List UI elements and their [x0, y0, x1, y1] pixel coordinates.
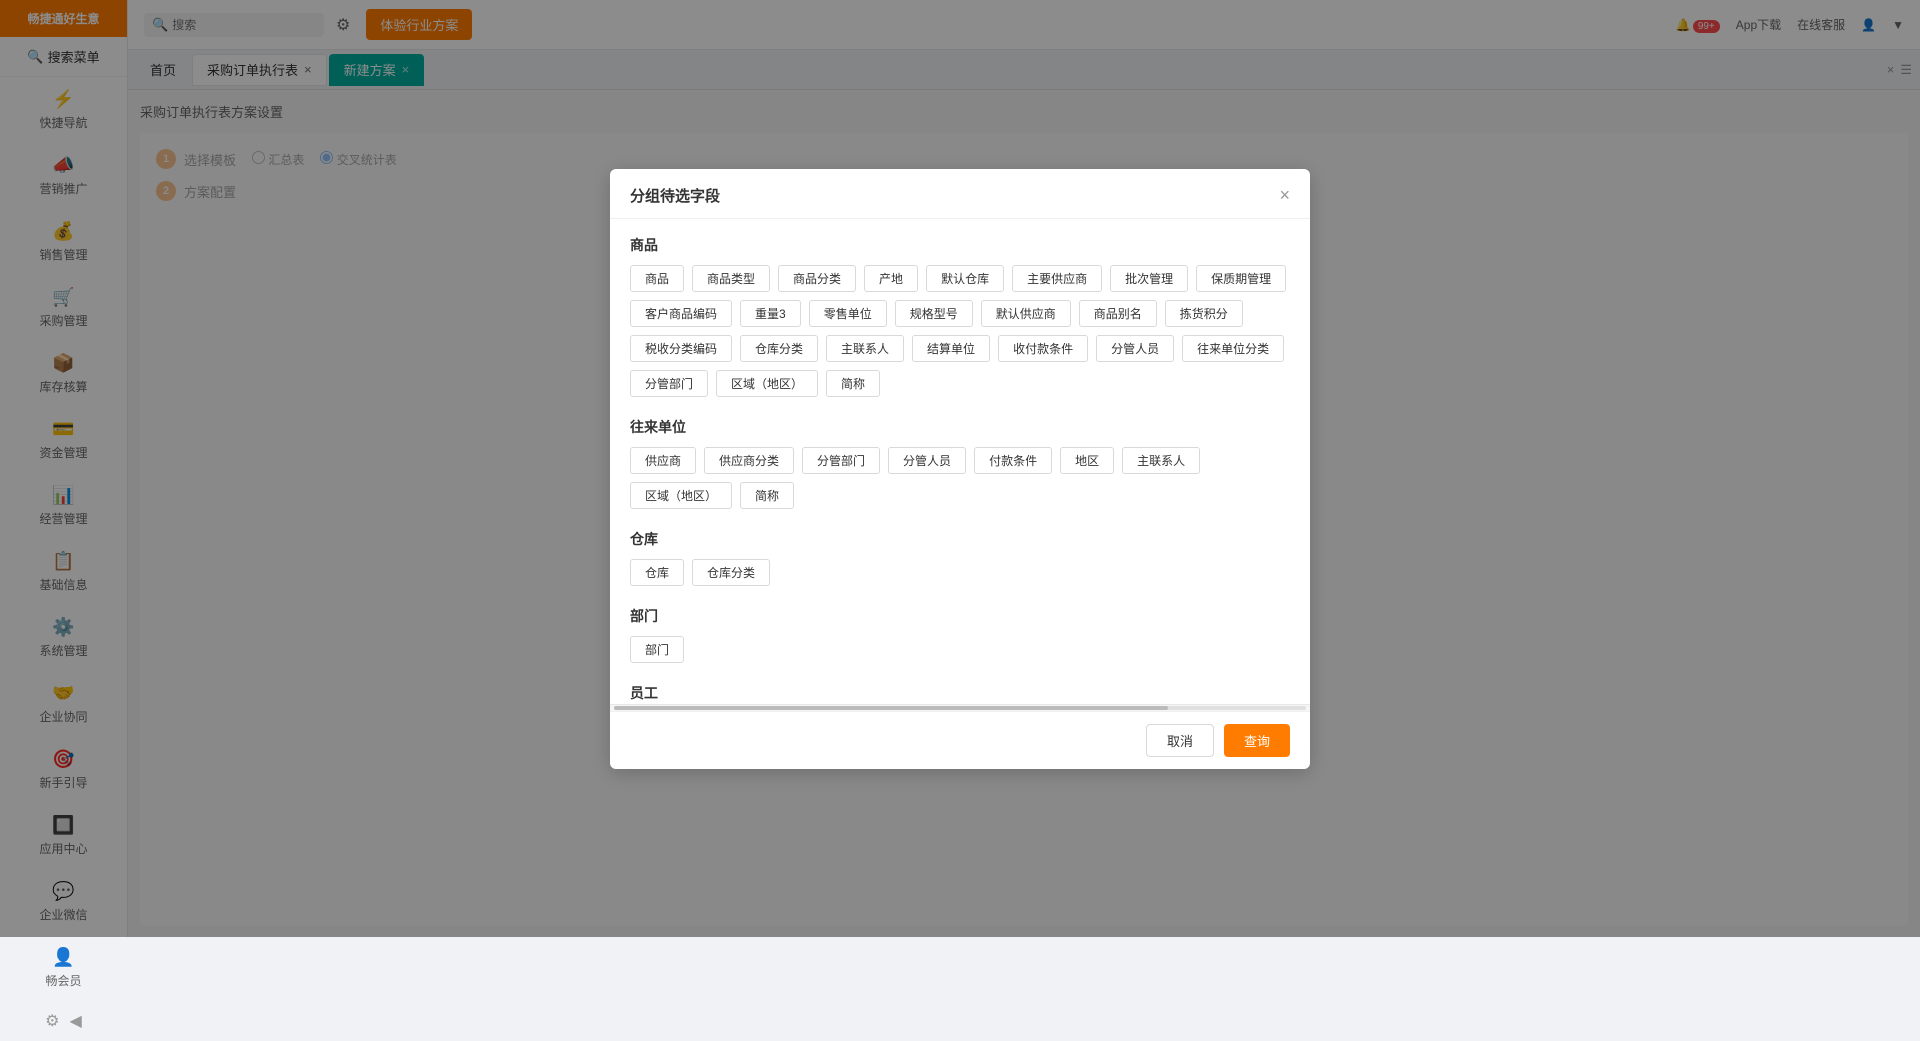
field-tag-g5[interactable]: 默认仓库 [926, 265, 1004, 292]
field-tag-g25[interactable]: 简称 [826, 370, 880, 397]
field-tag-w2[interactable]: 仓库分类 [692, 559, 770, 586]
member-icon: 👤 [52, 947, 74, 968]
field-tag-w1[interactable]: 仓库 [630, 559, 684, 586]
field-tag-g19[interactable]: 结算单位 [912, 335, 990, 362]
modal-hscroll[interactable] [610, 704, 1310, 710]
field-tag-g18[interactable]: 主联系人 [826, 335, 904, 362]
section-goods-title: 商品 [630, 235, 1290, 255]
field-tag-g13[interactable]: 默认供应商 [981, 300, 1071, 327]
hscroll-track [614, 706, 1306, 710]
field-tag-p3[interactable]: 分管部门 [802, 447, 880, 474]
field-tag-g21[interactable]: 分管人员 [1096, 335, 1174, 362]
field-tag-p9[interactable]: 简称 [740, 482, 794, 509]
sidebar-label-member: 畅会员 [45, 972, 81, 989]
section-goods: 商品 商品 商品类型 商品分类 产地 默认仓库 主要供应商 批次管理 保质期管理 [630, 235, 1290, 397]
modal-field-select: 分组待选字段 × 商品 商品 商品类型 商品分类 产地 [610, 169, 1310, 769]
hscroll-thumb [614, 706, 1168, 710]
field-tag-g10[interactable]: 重量3 [740, 300, 801, 327]
field-tag-g24[interactable]: 区域（地区） [716, 370, 818, 397]
modal-title: 分组待选字段 [630, 185, 720, 206]
collapse-icon[interactable]: ◀ [70, 1011, 82, 1031]
field-tag-g8[interactable]: 保质期管理 [1196, 265, 1286, 292]
section-department-fields: 部门 [630, 636, 1290, 663]
section-partner: 往来单位 供应商 供应商分类 分管部门 分管人员 付款条件 地区 主联系人 区域… [630, 417, 1290, 509]
field-tag-p6[interactable]: 地区 [1060, 447, 1114, 474]
section-warehouse: 仓库 仓库 仓库分类 [630, 529, 1290, 586]
modal-body: 商品 商品 商品类型 商品分类 产地 默认仓库 主要供应商 批次管理 保质期管理 [610, 219, 1310, 705]
field-tag-g17[interactable]: 仓库分类 [740, 335, 818, 362]
section-warehouse-fields: 仓库 仓库分类 [630, 559, 1290, 586]
modal-header: 分组待选字段 × [610, 169, 1310, 219]
field-tag-g23[interactable]: 分管部门 [630, 370, 708, 397]
field-tag-g9[interactable]: 客户商品编码 [630, 300, 732, 327]
sidebar-item-member[interactable]: 👤 畅会员 [0, 935, 127, 1001]
field-tag-d1[interactable]: 部门 [630, 636, 684, 663]
sidebar-bottom: ⚙ ◀ [45, 1001, 82, 1041]
field-tag-g20[interactable]: 收付款条件 [998, 335, 1088, 362]
modal-close-btn[interactable]: × [1279, 185, 1290, 206]
field-tag-g14[interactable]: 商品别名 [1079, 300, 1157, 327]
settings-bottom-icon[interactable]: ⚙ [45, 1011, 59, 1031]
section-warehouse-title: 仓库 [630, 529, 1290, 549]
section-partner-title: 往来单位 [630, 417, 1290, 437]
field-tag-g6[interactable]: 主要供应商 [1012, 265, 1102, 292]
field-tag-p4[interactable]: 分管人员 [888, 447, 966, 474]
field-tag-g11[interactable]: 零售单位 [809, 300, 887, 327]
modal-footer: 取消 查询 [610, 711, 1310, 769]
field-tag-p5[interactable]: 付款条件 [974, 447, 1052, 474]
field-tag-g16[interactable]: 税收分类编码 [630, 335, 732, 362]
section-department-title: 部门 [630, 606, 1290, 626]
section-employee: 员工 业务员 [630, 683, 1290, 705]
section-goods-fields: 商品 商品类型 商品分类 产地 默认仓库 主要供应商 批次管理 保质期管理 客户… [630, 265, 1290, 397]
field-tag-g22[interactable]: 往来单位分类 [1182, 335, 1284, 362]
confirm-button[interactable]: 查询 [1224, 724, 1290, 757]
field-tag-g15[interactable]: 拣货积分 [1165, 300, 1243, 327]
field-tag-p8[interactable]: 区域（地区） [630, 482, 732, 509]
field-tag-g2[interactable]: 商品类型 [692, 265, 770, 292]
modal-overlay: 分组待选字段 × 商品 商品 商品类型 商品分类 产地 [128, 90, 1920, 937]
field-tag-g4[interactable]: 产地 [864, 265, 918, 292]
field-tag-g1[interactable]: 商品 [630, 265, 684, 292]
field-tag-p1[interactable]: 供应商 [630, 447, 696, 474]
section-partner-fields: 供应商 供应商分类 分管部门 分管人员 付款条件 地区 主联系人 区域（地区） … [630, 447, 1290, 509]
page-content: 采购订单执行表方案设置 1 选择模板 汇总表 交叉统计表 2 方案配置 [128, 90, 1920, 937]
cancel-button[interactable]: 取消 [1146, 724, 1214, 757]
field-tag-g7[interactable]: 批次管理 [1110, 265, 1188, 292]
section-employee-title: 员工 [630, 683, 1290, 703]
main-content: 🔍 ⚙ 体验行业方案 🔔99+ App下载 在线客服 👤 ▼ 首页 采购订单执行… [128, 0, 1920, 937]
field-tag-p7[interactable]: 主联系人 [1122, 447, 1200, 474]
field-tag-g12[interactable]: 规格型号 [895, 300, 973, 327]
section-department: 部门 部门 [630, 606, 1290, 663]
field-tag-p2[interactable]: 供应商分类 [704, 447, 794, 474]
field-tag-g3[interactable]: 商品分类 [778, 265, 856, 292]
